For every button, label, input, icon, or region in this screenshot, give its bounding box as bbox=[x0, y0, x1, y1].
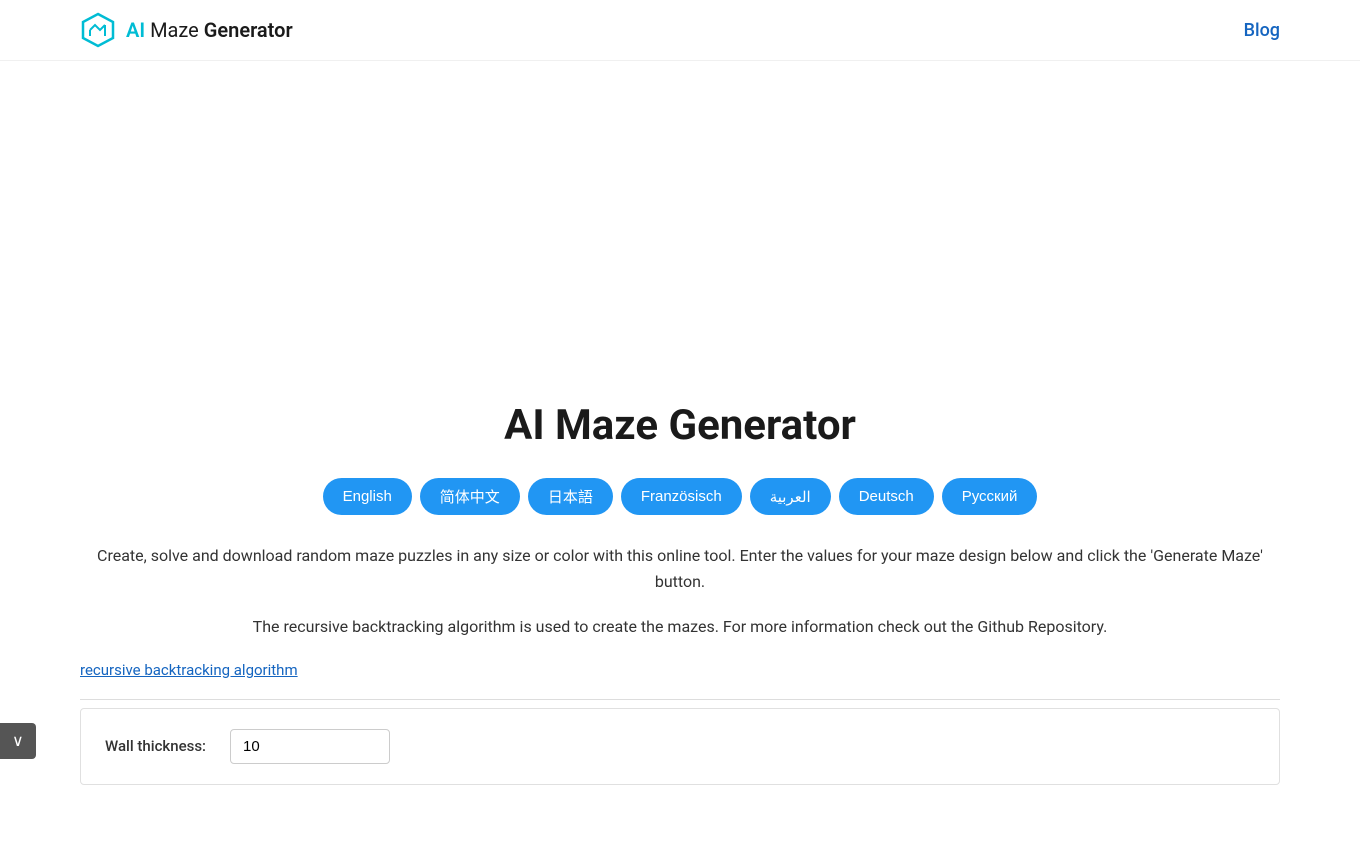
lang-button-japanese[interactable]: 日本語 bbox=[528, 478, 613, 515]
settings-panel: Wall thickness: bbox=[80, 708, 1280, 785]
wall-thickness-label: Wall thickness: bbox=[105, 737, 206, 755]
blog-link[interactable]: Blog bbox=[1244, 20, 1280, 41]
lang-button-french[interactable]: Französisch bbox=[621, 478, 742, 515]
page-title: AI Maze Generator bbox=[504, 401, 856, 450]
ad-space bbox=[80, 61, 1280, 401]
main-content: AI Maze Generator English 简体中文 日本語 Franz… bbox=[0, 61, 1360, 785]
link-row: recursive backtracking algorithm bbox=[80, 660, 1280, 679]
algo-text: The recursive backtracking algorithm is … bbox=[253, 614, 1108, 640]
section-divider bbox=[80, 699, 1280, 700]
lang-button-chinese[interactable]: 简体中文 bbox=[420, 478, 520, 515]
header: AI Maze Generator Blog bbox=[0, 0, 1360, 61]
main-nav: Blog bbox=[1244, 20, 1280, 41]
main-description: Create, solve and download random maze p… bbox=[80, 543, 1280, 594]
lang-button-english[interactable]: English bbox=[323, 478, 412, 515]
language-buttons: English 简体中文 日本語 Französisch العربية Deu… bbox=[323, 478, 1038, 515]
logo-icon bbox=[80, 12, 116, 48]
algo-link[interactable]: recursive backtracking algorithm bbox=[80, 661, 298, 679]
collapse-button[interactable]: ∨ bbox=[0, 723, 36, 759]
content-section: AI Maze Generator English 简体中文 日本語 Franz… bbox=[80, 401, 1280, 785]
lang-button-arabic[interactable]: العربية bbox=[750, 478, 831, 515]
wall-thickness-input[interactable] bbox=[230, 729, 390, 764]
logo-link[interactable]: AI Maze Generator bbox=[80, 12, 293, 48]
lang-button-russian[interactable]: Русский bbox=[942, 478, 1038, 515]
lang-button-german[interactable]: Deutsch bbox=[839, 478, 934, 515]
logo-text: AI Maze Generator bbox=[126, 18, 293, 42]
